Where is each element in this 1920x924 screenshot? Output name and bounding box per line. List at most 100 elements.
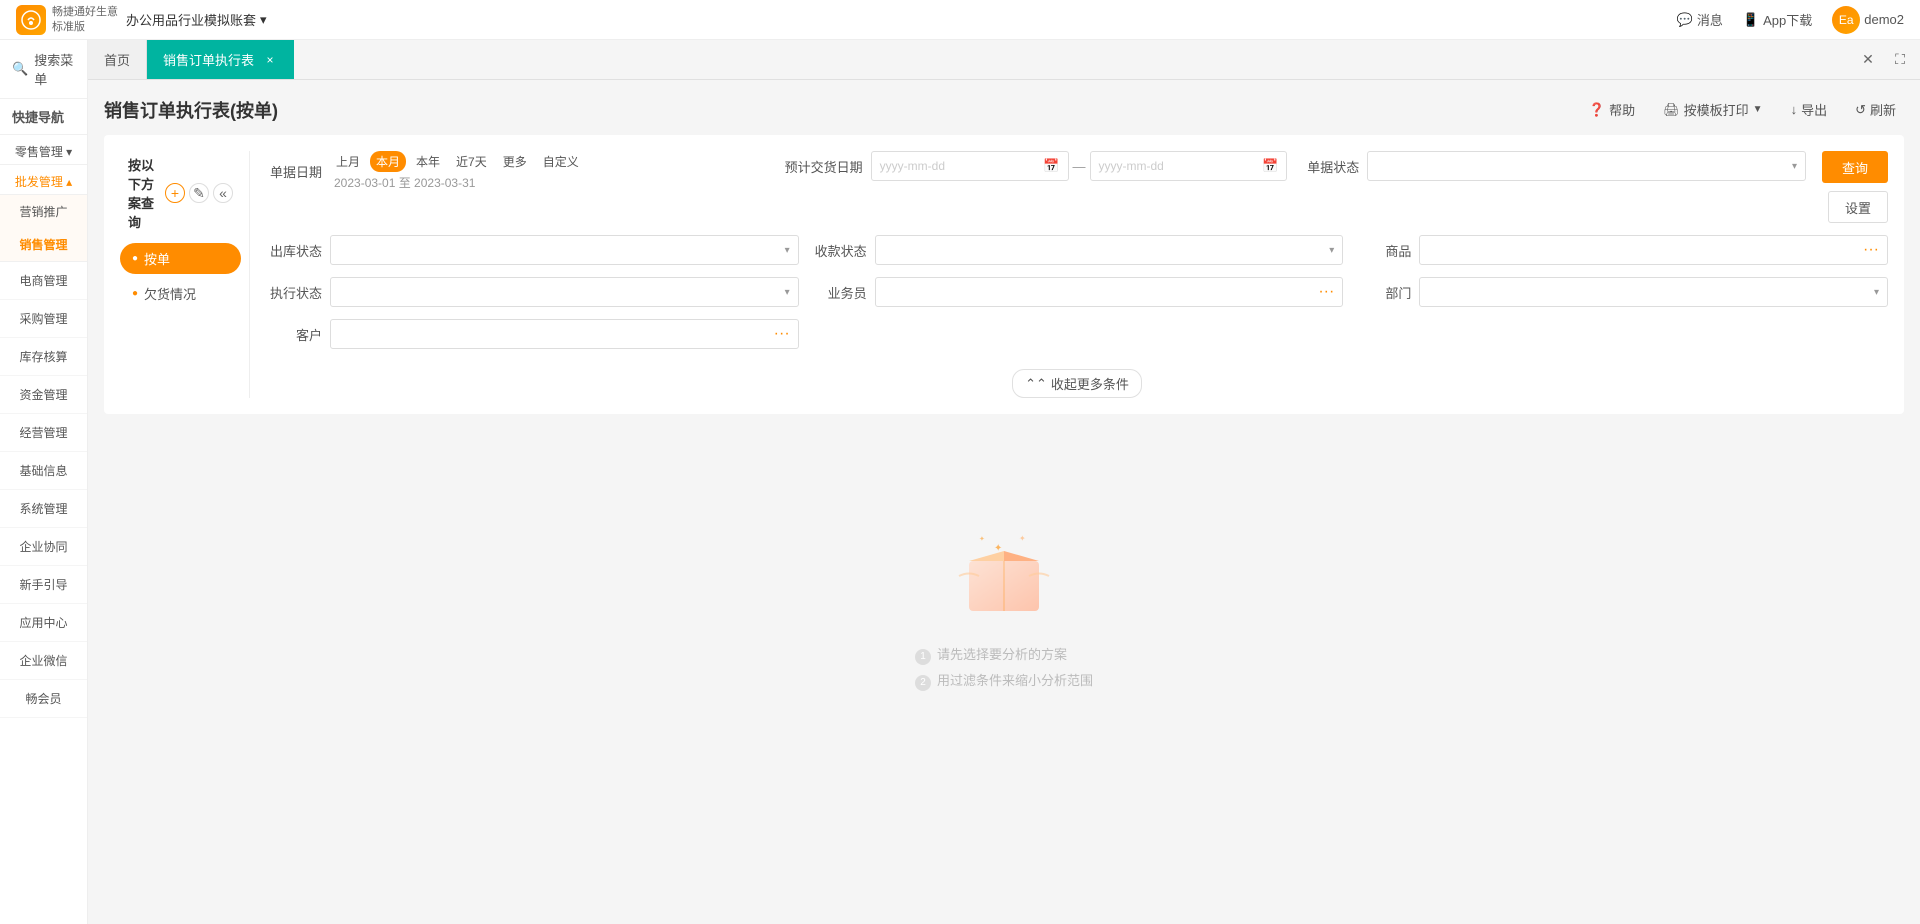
- svg-text:✦: ✦: [994, 543, 1002, 554]
- close-window-button[interactable]: ✕: [1856, 48, 1880, 72]
- page-content: 销售订单执行表(按单) ❓ 帮助 🖨 按模板打印 ↓ 导出: [88, 80, 1920, 924]
- add-scheme-button[interactable]: +: [165, 183, 185, 203]
- customer-label: 客户: [266, 325, 322, 344]
- logo-area: 畅捷通好生意 标准版: [16, 5, 118, 35]
- tab-close-button[interactable]: ×: [262, 52, 278, 68]
- sidebar-item-search[interactable]: 🔍 搜索菜单: [0, 40, 87, 99]
- salesperson-input[interactable]: ···: [875, 277, 1344, 307]
- sidebar-item-sales[interactable]: 销售管理: [0, 228, 87, 261]
- content-area: 首页 销售订单执行表 × ✕ ⛶ 销售订单执行表(按单) ❓ 帮助: [88, 40, 1920, 924]
- order-status-select[interactable]: ▾: [1367, 151, 1806, 181]
- order-status-arrow-icon: ▾: [1792, 161, 1797, 172]
- product-input[interactable]: ···: [1419, 235, 1888, 265]
- date-range-picker: yyyy-mm-dd 📅 — yyyy-mm-dd 📅: [871, 151, 1288, 181]
- sidebar-item-purchase[interactable]: 采购管理: [0, 300, 87, 338]
- order-date-label: 单据日期: [266, 162, 322, 181]
- help-button[interactable]: ❓ 帮助: [1581, 96, 1643, 123]
- sidebar-item-basics[interactable]: 基础信息: [0, 452, 87, 490]
- logo-text: 畅捷通好生意 标准版: [52, 5, 118, 34]
- date-range-display: 2023-03-01 至 2023-03-31: [330, 174, 769, 191]
- collapse-nav-button[interactable]: «: [213, 183, 233, 203]
- svg-text:✦: ✦: [1019, 534, 1026, 543]
- maximize-window-button[interactable]: ⛶: [1888, 48, 1912, 72]
- print-button[interactable]: 🖨 按模板打印: [1655, 96, 1770, 123]
- left-nav-title: 按以下方案查询: [128, 155, 165, 231]
- tab-home[interactable]: 首页: [88, 40, 147, 79]
- sidebar-item-app-center[interactable]: 应用中心: [0, 604, 87, 642]
- logo-icon: [16, 5, 46, 35]
- sidebar-item-ecommerce[interactable]: 电商管理: [0, 262, 87, 300]
- sidebar-item-enterprise-wechat[interactable]: 企业微信: [0, 642, 87, 680]
- page-header: 销售订单执行表(按单) ❓ 帮助 🖨 按模板打印 ↓ 导出: [104, 96, 1904, 123]
- date-separator: —: [1073, 159, 1086, 174]
- sidebar-item-enterprise[interactable]: 企业协同: [0, 528, 87, 566]
- execution-status-label: 执行状态: [266, 283, 322, 302]
- export-button[interactable]: ↓ 导出: [1783, 96, 1836, 123]
- print-icon: 🖨: [1663, 102, 1680, 118]
- shortcut-this-year[interactable]: 本年: [410, 151, 446, 172]
- expected-delivery-label: 预计交货日期: [785, 157, 863, 176]
- empty-hint-2: 用过滤条件来缩小分析范围: [915, 668, 1093, 694]
- search-icon: 🔍: [12, 61, 28, 77]
- empty-illustration: ✦ ✦ ✦: [944, 506, 1064, 626]
- user-profile[interactable]: Ea demo2: [1832, 6, 1904, 34]
- date-end-input[interactable]: yyyy-mm-dd 📅: [1090, 151, 1288, 181]
- empty-state: ✦ ✦ ✦ 请先选择要分析的方案 用过滤条件来缩小分析范围: [104, 426, 1904, 774]
- department-select[interactable]: ▾: [1419, 277, 1888, 307]
- export-icon: ↓: [1791, 102, 1798, 117]
- sidebar: 🔍 搜索菜单 快捷导航 零售管理 ▾ 批发管理 ▴ 营销推广 销售管理 电商管理…: [0, 40, 88, 924]
- main-layout: 🔍 搜索菜单 快捷导航 零售管理 ▾ 批发管理 ▴ 营销推广 销售管理 电商管理…: [0, 40, 1920, 924]
- sidebar-item-retail[interactable]: 零售管理 ▾: [0, 135, 87, 165]
- company-dropdown-icon: ▾: [260, 12, 267, 28]
- sidebar-item-finance[interactable]: 资金管理: [0, 376, 87, 414]
- scheme-circle-icon: ●: [132, 288, 138, 299]
- delivery-status-field: 出库状态 ▾: [266, 235, 799, 265]
- query-button[interactable]: 查询: [1822, 151, 1888, 183]
- filter-row-3: 执行状态 ▾ 业务员 ···: [266, 277, 1888, 307]
- nav-item-bandan[interactable]: ● 按单: [120, 243, 241, 274]
- tab-bar-actions: ✕ ⛶: [1856, 40, 1920, 79]
- department-label: 部门: [1355, 283, 1411, 302]
- app-download-button[interactable]: 📱 App下载: [1743, 10, 1812, 29]
- help-icon: ❓: [1589, 102, 1605, 118]
- shortcut-more[interactable]: 更多: [497, 151, 533, 172]
- tab-sales-execution[interactable]: 销售订单执行表 ×: [147, 40, 294, 79]
- settings-button[interactable]: 设置: [1828, 191, 1888, 223]
- filter-layout: 按以下方案查询 + ✎ « ● 按单 ●: [120, 151, 1888, 398]
- shortcut-last-month[interactable]: 上月: [330, 151, 366, 172]
- customer-input[interactable]: ···: [330, 319, 799, 349]
- shortcut-this-month[interactable]: 本月: [370, 151, 406, 172]
- sidebar-item-member[interactable]: 畅会员: [0, 680, 87, 718]
- left-nav-panel: 按以下方案查询 + ✎ « ● 按单 ●: [120, 151, 250, 398]
- messages-button[interactable]: 💬 消息: [1677, 10, 1723, 29]
- execution-status-select[interactable]: ▾: [330, 277, 799, 307]
- product-more-icon: ···: [1863, 241, 1879, 259]
- page-actions: ❓ 帮助 🖨 按模板打印 ↓ 导出 ↺ 刷新: [1581, 96, 1904, 123]
- nav-item-quehuo[interactable]: ● 欠货情况: [120, 278, 241, 309]
- refresh-icon: ↺: [1855, 102, 1866, 118]
- sidebar-item-quicknav[interactable]: 快捷导航: [0, 99, 87, 135]
- sidebar-item-marketing[interactable]: 营销推广: [0, 195, 87, 228]
- sidebar-item-operations[interactable]: 经营管理: [0, 414, 87, 452]
- delivery-status-select[interactable]: ▾: [330, 235, 799, 265]
- sidebar-item-system[interactable]: 系统管理: [0, 490, 87, 528]
- sidebar-item-wholesale[interactable]: 批发管理 ▴: [0, 165, 87, 195]
- left-nav-actions: + ✎ «: [165, 183, 233, 203]
- order-status-field: 单据状态 ▾: [1303, 151, 1806, 181]
- top-header: 畅捷通好生意 标准版 办公用品行业模拟账套 ▾ 💬 消息 📱 App下载 Ea …: [0, 0, 1920, 40]
- date-start-input[interactable]: yyyy-mm-dd 📅: [871, 151, 1069, 181]
- calendar-start-icon: 📅: [1043, 158, 1059, 174]
- payment-status-select[interactable]: ▾: [875, 235, 1344, 265]
- edit-scheme-button[interactable]: ✎: [189, 183, 209, 203]
- shortcut-custom[interactable]: 自定义: [537, 151, 585, 172]
- sidebar-item-inventory[interactable]: 库存核算: [0, 338, 87, 376]
- sidebar-item-newbie[interactable]: 新手引导: [0, 566, 87, 604]
- shortcut-last-7days[interactable]: 近7天: [450, 151, 493, 172]
- department-field: 部门 ▾: [1355, 277, 1888, 307]
- collapse-up-icon: ⌃⌃: [1025, 376, 1047, 392]
- customer-more-icon: ···: [774, 325, 790, 343]
- refresh-button[interactable]: ↺ 刷新: [1847, 96, 1904, 123]
- company-select[interactable]: 办公用品行业模拟账套 ▾: [126, 10, 267, 29]
- collapse-filters-button[interactable]: ⌃⌃ 收起更多条件: [1012, 369, 1142, 398]
- product-label: 商品: [1355, 241, 1411, 260]
